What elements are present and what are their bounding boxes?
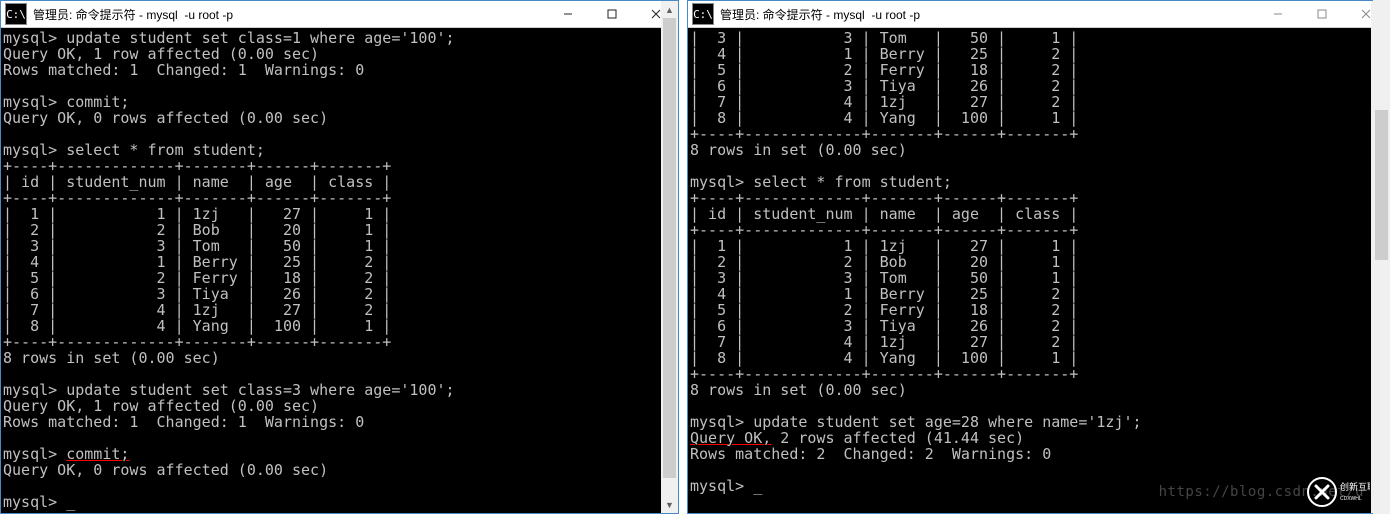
maximize-button[interactable] (590, 1, 634, 27)
terminal-line: +----+-------------+-------+------+-----… (690, 126, 1386, 142)
scroll-up-icon[interactable]: ▲ (661, 1, 678, 18)
terminal-line: +----+-------------+-------+------+-----… (690, 366, 1386, 382)
terminal-line: | 5 | 2 | Ferry | 18 | 2 | (690, 302, 1386, 318)
window-title: 管理员: 命令提示符 - mysql -u root -p (31, 6, 546, 23)
terminal-line (3, 366, 676, 382)
terminal-line: | 7 | 4 | 1zj | 27 | 2 | (3, 302, 676, 318)
terminal-line (3, 478, 676, 494)
terminal-line: +----+-------------+-------+------+-----… (690, 222, 1386, 238)
page-scroll-thumb[interactable] (1375, 110, 1388, 260)
terminal-line: | 7 | 4 | 1zj | 27 | 2 | (690, 334, 1386, 350)
cmd-icon: C:\ (5, 3, 27, 25)
page-scrollbar[interactable] (1373, 0, 1390, 514)
logo-subtext: CDXWHL (1340, 496, 1362, 502)
terminal-line (3, 430, 676, 446)
terminal-line: | 6 | 3 | Tiya | 26 | 2 | (3, 286, 676, 302)
terminal-line: | id | student_num | name | age | class … (690, 206, 1386, 222)
window-buttons (1256, 1, 1388, 27)
terminal-line: +----+-------------+-------+------+-----… (3, 334, 676, 350)
terminal-line: | 8 | 4 | Yang | 100 | 1 | (690, 350, 1386, 366)
terminal-line: 8 rows in set (0.00 sec) (690, 142, 1386, 158)
terminal-line: Query OK, 2 rows affected (41.44 sec) (690, 430, 1386, 446)
terminal-line: mysql> select * from student; (690, 174, 1386, 190)
terminal-line: | 1 | 1 | 1zj | 27 | 1 | (690, 238, 1386, 254)
cmd-icon: C:\ (692, 3, 714, 25)
terminal-line: | 5 | 2 | Ferry | 18 | 2 | (3, 270, 676, 286)
terminal-line: | 3 | 3 | Tom | 50 | 1 | (690, 30, 1386, 46)
terminal-line: Query OK, 1 row affected (0.00 sec) (3, 398, 676, 414)
terminal-line: | 4 | 1 | Berry | 25 | 2 | (690, 286, 1386, 302)
terminal-line: Query OK, 1 row affected (0.00 sec) (3, 46, 676, 62)
terminal-line: | 2 | 2 | Bob | 20 | 1 | (3, 222, 676, 238)
desktop: C:\ 管理员: 命令提示符 - mysql -u root -p mysql>… (0, 0, 1390, 514)
logo-badge: 创新互联 CDXWHL (1306, 476, 1370, 508)
terminal-line: | 4 | 1 | Berry | 25 | 2 | (690, 46, 1386, 62)
titlebar-left[interactable]: C:\ 管理员: 命令提示符 - mysql -u root -p (1, 1, 678, 28)
terminal-line: | 5 | 2 | Ferry | 18 | 2 | (690, 62, 1386, 78)
terminal-line: | 4 | 1 | Berry | 25 | 2 | (3, 254, 676, 270)
terminal-line: | 1 | 1 | 1zj | 27 | 1 | (3, 206, 676, 222)
terminal-line (3, 78, 676, 94)
terminal-line: | 8 | 4 | Yang | 100 | 1 | (3, 318, 676, 334)
terminal-left[interactable]: mysql> update student set class=1 where … (1, 28, 678, 513)
terminal-line: +----+-------------+-------+------+-----… (690, 190, 1386, 206)
window-buttons (546, 1, 678, 27)
terminal-line: mysql> commit; (3, 94, 676, 110)
terminal-line: | id | student_num | name | age | class … (3, 174, 676, 190)
minimize-button[interactable] (546, 1, 590, 27)
terminal-line: | 8 | 4 | Yang | 100 | 1 | (690, 110, 1386, 126)
terminal-line: mysql> update student set age=28 where n… (690, 414, 1386, 430)
terminal-line: Query OK, 0 rows affected (0.00 sec) (3, 110, 676, 126)
terminal-line: | 7 | 4 | 1zj | 27 | 2 | (690, 94, 1386, 110)
terminal-right[interactable]: | 3 | 3 | Tom | 50 | 1 || 4 | 1 | Berry … (688, 28, 1388, 513)
cmd-window-left: C:\ 管理员: 命令提示符 - mysql -u root -p mysql>… (0, 0, 679, 514)
scrollbar-left[interactable]: ▲ ▼ (661, 1, 678, 513)
minimize-button[interactable] (1256, 1, 1300, 27)
terminal-line: | 6 | 3 | Tiya | 26 | 2 | (690, 78, 1386, 94)
terminal-line: Rows matched: 2 Changed: 2 Warnings: 0 (690, 446, 1386, 462)
terminal-line: Rows matched: 1 Changed: 1 Warnings: 0 (3, 62, 676, 78)
scroll-down-icon[interactable]: ▼ (661, 496, 678, 513)
terminal-line: +----+-------------+-------+------+-----… (3, 190, 676, 206)
cmd-window-right: C:\ 管理员: 命令提示符 - mysql -u root -p | 3 | … (687, 0, 1389, 514)
terminal-line: mysql> update student set class=3 where … (3, 382, 676, 398)
terminal-line: mysql> select * from student; (3, 142, 676, 158)
scroll-thumb[interactable] (663, 18, 676, 478)
terminal-line: mysql> commit; (3, 446, 676, 462)
terminal-line: 8 rows in set (0.00 sec) (3, 350, 676, 366)
logo-text: 创新互联 (1340, 481, 1370, 492)
terminal-line: Rows matched: 1 Changed: 1 Warnings: 0 (3, 414, 676, 430)
terminal-line (690, 158, 1386, 174)
titlebar-right[interactable]: C:\ 管理员: 命令提示符 - mysql -u root -p (688, 1, 1388, 28)
terminal-line: 8 rows in set (0.00 sec) (690, 382, 1386, 398)
terminal-line: +----+-------------+-------+------+-----… (3, 158, 676, 174)
window-title: 管理员: 命令提示符 - mysql -u root -p (718, 6, 1256, 23)
terminal-line: | 2 | 2 | Bob | 20 | 1 | (690, 254, 1386, 270)
terminal-line: | 3 | 3 | Tom | 50 | 1 | (3, 238, 676, 254)
terminal-line: mysql> update student set class=1 where … (3, 30, 676, 46)
terminal-line: Query OK, 0 rows affected (0.00 sec) (3, 462, 676, 478)
terminal-line: | 6 | 3 | Tiya | 26 | 2 | (690, 318, 1386, 334)
terminal-line (3, 126, 676, 142)
terminal-line: | 3 | 3 | Tom | 50 | 1 | (690, 270, 1386, 286)
maximize-button[interactable] (1300, 1, 1344, 27)
terminal-line: mysql> _ (3, 494, 676, 510)
terminal-line (690, 462, 1386, 478)
terminal-line (690, 398, 1386, 414)
